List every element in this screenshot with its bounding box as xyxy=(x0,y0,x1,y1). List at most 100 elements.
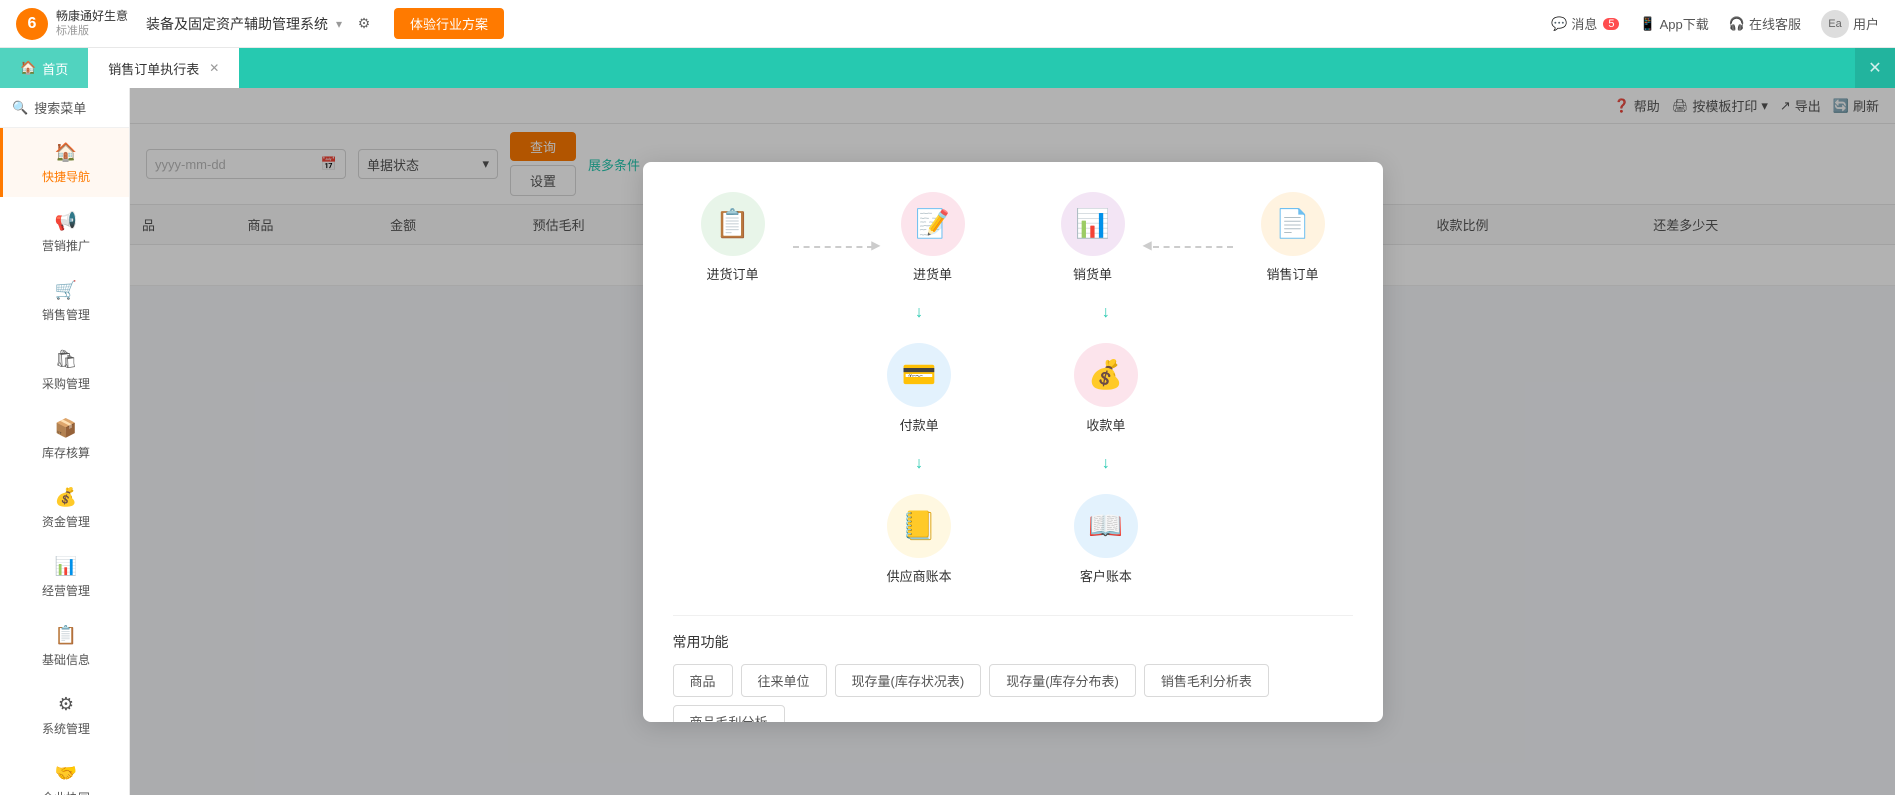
user-label: 用户 xyxy=(1853,14,1879,33)
system-name-text: 装备及固定资产辅助管理系统 xyxy=(146,14,328,34)
modal-overlay[interactable]: 📋 进货订单 📝 进货单 xyxy=(130,88,1895,795)
flow-arrows-row2: ↓ ↓ xyxy=(673,454,1353,474)
sidebar-item-enterprise[interactable]: 🤝 企业协同 xyxy=(0,749,129,795)
message-badge: 5 xyxy=(1603,18,1619,30)
online-service-button[interactable]: 🎧 在线客服 xyxy=(1729,14,1801,33)
home-icon: 🏠 xyxy=(20,60,36,76)
enterprise-icon: 🤝 xyxy=(54,761,78,785)
sidebar-item-operations-label: 经营管理 xyxy=(42,582,90,599)
func-btn-stock-status[interactable]: 现存量(库存状况表) xyxy=(835,664,982,697)
operations-icon: 📊 xyxy=(54,554,78,578)
sidebar-item-enterprise-label: 企业协同 xyxy=(42,789,90,795)
func-buttons-row1: 商品 往来单位 现存量(库存状况表) 现存量(库存分布表) 销售毛利分析表 商品… xyxy=(673,664,1353,722)
top-header: 6 畅康通好生意 标准版 装备及固定资产辅助管理系统 ▾ ⚙ 体验行业方案 💬 … xyxy=(0,0,1895,48)
sidebar-item-inventory[interactable]: 📦 库存核算 xyxy=(0,404,129,473)
online-service-label: 在线客服 xyxy=(1749,14,1801,33)
flow-node-purchase-bill[interactable]: 📝 进货单 xyxy=(873,192,993,283)
supplier-ledger-label: 供应商账本 xyxy=(887,566,952,585)
logo-name-line2: 标准版 xyxy=(56,24,128,38)
message-icon: 💬 xyxy=(1551,16,1567,32)
avatar: Ea xyxy=(1821,10,1849,38)
app-download-button[interactable]: 📱 App下载 xyxy=(1639,14,1708,33)
quick-guide-modal: 📋 进货订单 📝 进货单 xyxy=(643,162,1383,722)
func-btn-product[interactable]: 商品 xyxy=(673,664,733,697)
system-icon: ⚙ xyxy=(54,692,78,716)
logo-area: 6 畅康通好生意 标准版 xyxy=(16,8,146,40)
sidebar-item-quick-guide[interactable]: 🏠 快捷导航 xyxy=(0,128,129,197)
receipt-bill-icon: 💰 xyxy=(1088,358,1123,391)
sidebar-item-operations[interactable]: 📊 经营管理 xyxy=(0,542,129,611)
sales-bill-icon: 📊 xyxy=(1075,207,1110,240)
sidebar-item-base-info-label: 基础信息 xyxy=(42,651,90,668)
flow-row-2: 💳 付款单 💰 收款单 xyxy=(673,343,1353,434)
flow-node-payment-bill[interactable]: 💳 付款单 xyxy=(859,343,979,434)
base-info-icon: 📋 xyxy=(54,623,78,647)
customer-ledger-icon: 📖 xyxy=(1088,509,1123,542)
arrow-down-sales-bill: ↓ xyxy=(1046,303,1166,323)
experience-button[interactable]: 体验行业方案 xyxy=(394,8,504,39)
search-menu-label: 搜索菜单 xyxy=(34,98,86,117)
tab-sales-orders-label: 销售订单执行表 xyxy=(108,59,199,78)
payment-bill-label: 付款单 xyxy=(900,415,939,434)
sidebar-item-purchase-label: 采购管理 xyxy=(42,375,90,392)
purchase-icon: 🛍 xyxy=(54,347,78,371)
sidebar-item-system[interactable]: ⚙ 系统管理 xyxy=(0,680,129,749)
header-right: 💬 消息 5 📱 App下载 🎧 在线客服 Ea 用户 xyxy=(1551,10,1879,38)
app-download-icon: 📱 xyxy=(1639,16,1655,32)
message-label: 消息 xyxy=(1571,14,1597,33)
user-profile-button[interactable]: Ea 用户 xyxy=(1821,10,1879,38)
sidebar-item-purchase[interactable]: 🛍 采购管理 xyxy=(0,335,129,404)
purchase-bill-icon: 📝 xyxy=(915,207,950,240)
func-btn-product-gross[interactable]: 商品毛利分析 xyxy=(673,705,785,722)
flow-row-3: 📒 供应商账本 📖 客户账本 xyxy=(673,494,1353,585)
arrow-so-to-sb: ◀ xyxy=(1153,226,1233,248)
main-layout: 🔍 搜索菜单 🏠 快捷导航 📢 营销推广 🛒 销售管理 🛍 采购管理 📦 库存核… xyxy=(0,88,1895,795)
logo-name-line1: 畅康通好生意 xyxy=(56,9,128,25)
flow-node-supplier-ledger[interactable]: 📒 供应商账本 xyxy=(859,494,979,585)
supplier-ledger-icon: 📒 xyxy=(902,509,937,542)
flow-node-receipt-bill[interactable]: 💰 收款单 xyxy=(1046,343,1166,434)
tab-sales-orders[interactable]: 销售订单执行表 ✕ xyxy=(88,48,239,88)
content-area: ❓ 帮助 🖨 按模板打印 ▾ ↗ 导出 🔄 刷新 xyxy=(130,88,1895,795)
sidebar: 🔍 搜索菜单 🏠 快捷导航 📢 营销推广 🛒 销售管理 🛍 采购管理 📦 库存核… xyxy=(0,88,130,795)
tab-close-icon[interactable]: ✕ xyxy=(209,61,219,75)
sidebar-item-marketing[interactable]: 📢 营销推广 xyxy=(0,197,129,266)
search-menu-button[interactable]: 🔍 搜索菜单 xyxy=(0,88,129,128)
flow-node-sales-order[interactable]: 📄 销售订单 xyxy=(1233,192,1353,283)
purchase-order-icon: 📋 xyxy=(715,207,750,240)
sales-bill-label: 销货单 xyxy=(1073,264,1112,283)
settings-icon[interactable]: ⚙ xyxy=(350,10,378,38)
sidebar-item-marketing-label: 营销推广 xyxy=(42,237,90,254)
func-btn-stock-distribution[interactable]: 现存量(库存分布表) xyxy=(989,664,1136,697)
sidebar-item-sales-label: 销售管理 xyxy=(42,306,90,323)
sidebar-item-sales[interactable]: 🛒 销售管理 xyxy=(0,266,129,335)
flow-node-sales-bill[interactable]: 📊 销货单 xyxy=(1033,192,1153,283)
quick-guide-icon: 🏠 xyxy=(54,140,78,164)
marketing-icon: 📢 xyxy=(54,209,78,233)
flow-node-customer-ledger[interactable]: 📖 客户账本 xyxy=(1046,494,1166,585)
logo-icon: 6 xyxy=(16,8,48,40)
sales-order-icon: 📄 xyxy=(1275,207,1310,240)
sidebar-item-finance[interactable]: 💰 资金管理 xyxy=(0,473,129,542)
arrow-down-purchase-bill: ↓ xyxy=(859,303,979,323)
message-button[interactable]: 💬 消息 5 xyxy=(1551,14,1619,33)
purchase-bill-label: 进货单 xyxy=(913,264,952,283)
func-btn-partners[interactable]: 往来单位 xyxy=(741,664,827,697)
flow-arrows-row: ↓ ↓ xyxy=(673,303,1353,323)
sidebar-item-quick-guide-label: 快捷导航 xyxy=(42,168,90,185)
customer-ledger-label: 客户账本 xyxy=(1080,566,1132,585)
system-dropdown-arrow-icon[interactable]: ▾ xyxy=(336,17,342,31)
sales-order-label: 销售订单 xyxy=(1266,264,1318,283)
sidebar-item-finance-label: 资金管理 xyxy=(42,513,90,530)
arrow-down-payment: ↓ xyxy=(859,454,979,474)
func-btn-sales-gross[interactable]: 销售毛利分析表 xyxy=(1144,664,1269,697)
search-icon: 🔍 xyxy=(12,100,28,116)
app-download-label: App下载 xyxy=(1660,14,1709,33)
flow-row-1: 📋 进货订单 📝 进货单 xyxy=(673,192,1353,283)
payment-bill-icon: 💳 xyxy=(902,358,937,391)
sidebar-item-system-label: 系统管理 xyxy=(42,720,90,737)
flow-node-purchase-order[interactable]: 📋 进货订单 xyxy=(673,192,793,283)
close-all-tabs-button[interactable]: ✕ xyxy=(1855,48,1895,88)
sidebar-item-base-info[interactable]: 📋 基础信息 xyxy=(0,611,129,680)
tab-home[interactable]: 🏠 首页 xyxy=(0,48,88,88)
